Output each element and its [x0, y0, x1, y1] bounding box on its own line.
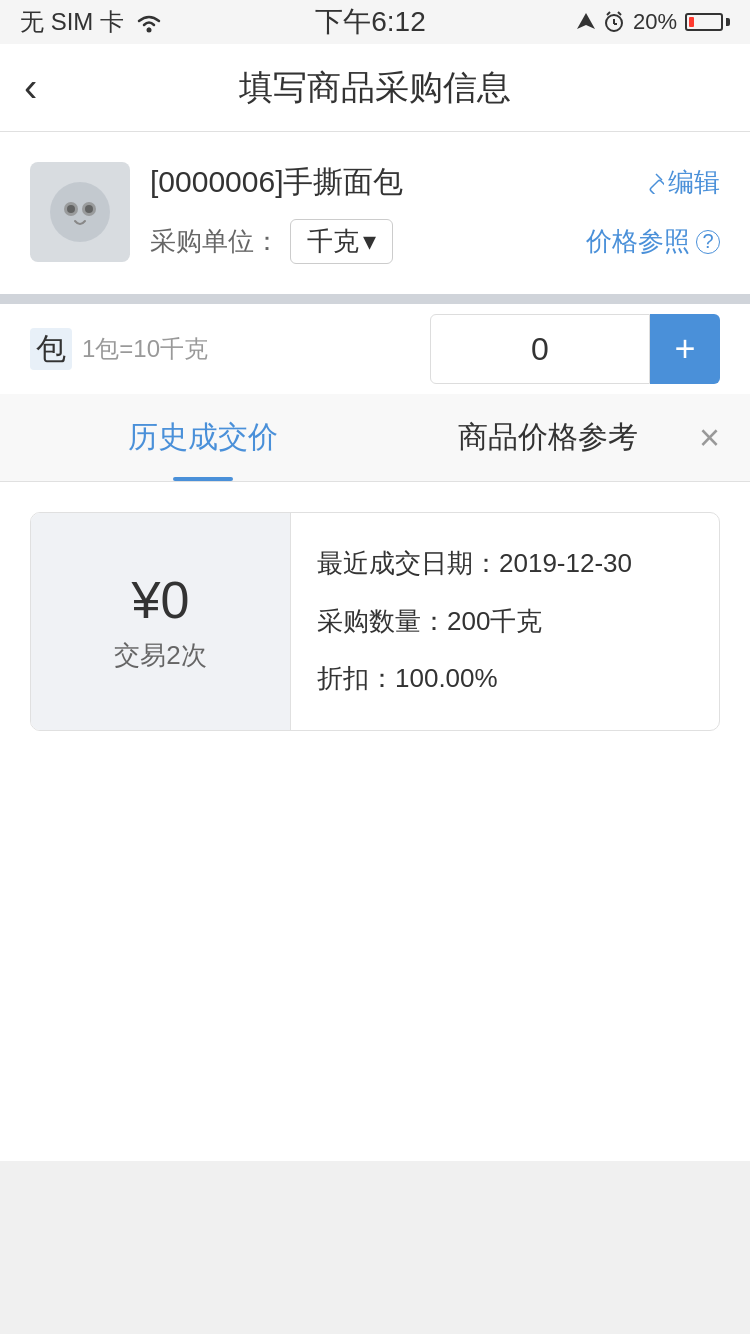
tab-history-price[interactable]: 历史成交价	[30, 394, 375, 481]
page-title: 填写商品采购信息	[239, 65, 511, 111]
nav-bar: ‹ 填写商品采购信息	[0, 44, 750, 132]
status-right: 20%	[577, 9, 730, 35]
quantity-plus-button[interactable]: +	[650, 314, 720, 384]
svg-point-0	[147, 28, 152, 33]
product-image	[30, 162, 130, 262]
tabs-container: 历史成交价 商品价格参考 ×	[0, 394, 750, 482]
price-transactions: 交易2次	[114, 638, 206, 673]
section-separator	[0, 294, 750, 304]
location-icon	[577, 11, 595, 33]
svg-rect-12	[650, 179, 664, 193]
purchase-quantity-value: 200千克	[447, 606, 542, 636]
svg-line-6	[618, 12, 621, 15]
wifi-icon	[134, 11, 164, 33]
carrier-text: 无 SIM 卡	[20, 6, 124, 38]
svg-line-5	[607, 12, 610, 15]
product-card: [0000006]手撕面包 编辑 采购单位： 千克 ▾	[0, 132, 750, 294]
unit-conversion: 1包=10千克	[82, 333, 208, 365]
bottom-space	[0, 761, 750, 1161]
alarm-icon	[603, 11, 625, 33]
svg-point-11	[85, 205, 93, 213]
quantity-row: 包 1包=10千克 +	[0, 304, 750, 394]
quantity-input-group: +	[430, 314, 720, 384]
price-ref-button[interactable]: 价格参照 ?	[586, 224, 720, 259]
purchase-quantity-label: 采购数量：	[317, 606, 447, 636]
discount-value: 100.00%	[395, 663, 498, 693]
quantity-input[interactable]	[430, 314, 650, 384]
price-history-content: ¥0 交易2次 最近成交日期：2019-12-30 采购数量：200千克 折扣：…	[0, 482, 750, 761]
tab-price-reference[interactable]: 商品价格参考	[375, 394, 720, 481]
product-name: [0000006]手撕面包	[150, 162, 403, 203]
back-button[interactable]: ‹	[24, 65, 37, 110]
discount-row: 折扣：100.00%	[317, 658, 693, 700]
recent-date-label: 最近成交日期：	[317, 548, 499, 578]
status-left: 无 SIM 卡	[20, 6, 164, 38]
product-logo	[45, 177, 115, 247]
recent-date-row: 最近成交日期：2019-12-30	[317, 543, 693, 585]
tab-active-underline	[173, 477, 233, 481]
price-summary: ¥0 交易2次	[31, 513, 291, 730]
product-details: [0000006]手撕面包 编辑 采购单位： 千克 ▾	[150, 162, 720, 264]
unit-dropdown[interactable]: 千克 ▾	[290, 219, 393, 264]
price-card: ¥0 交易2次 最近成交日期：2019-12-30 采购数量：200千克 折扣：…	[30, 512, 720, 731]
status-time: 下午6:12	[315, 3, 426, 41]
battery-icon	[685, 13, 730, 31]
edit-button[interactable]: 编辑	[642, 165, 720, 200]
recent-date-value: 2019-12-30	[499, 548, 632, 578]
status-bar: 无 SIM 卡 下午6:12 20%	[0, 0, 750, 44]
svg-point-10	[67, 205, 75, 213]
unit-box-label: 包	[30, 328, 72, 370]
purchase-quantity-row: 采购数量：200千克	[317, 601, 693, 643]
edit-icon	[642, 172, 664, 194]
product-unit: 采购单位： 千克 ▾	[150, 219, 393, 264]
svg-marker-1	[577, 13, 595, 29]
quantity-label: 包 1包=10千克	[30, 328, 208, 370]
price-ref-help-icon[interactable]: ?	[696, 230, 720, 254]
battery-percent: 20%	[633, 9, 677, 35]
tab-close-button[interactable]: ×	[699, 417, 720, 459]
discount-label: 折扣：	[317, 663, 395, 693]
svg-point-7	[50, 182, 110, 242]
price-amount: ¥0	[132, 570, 190, 630]
price-details: 最近成交日期：2019-12-30 采购数量：200千克 折扣：100.00%	[291, 513, 719, 730]
